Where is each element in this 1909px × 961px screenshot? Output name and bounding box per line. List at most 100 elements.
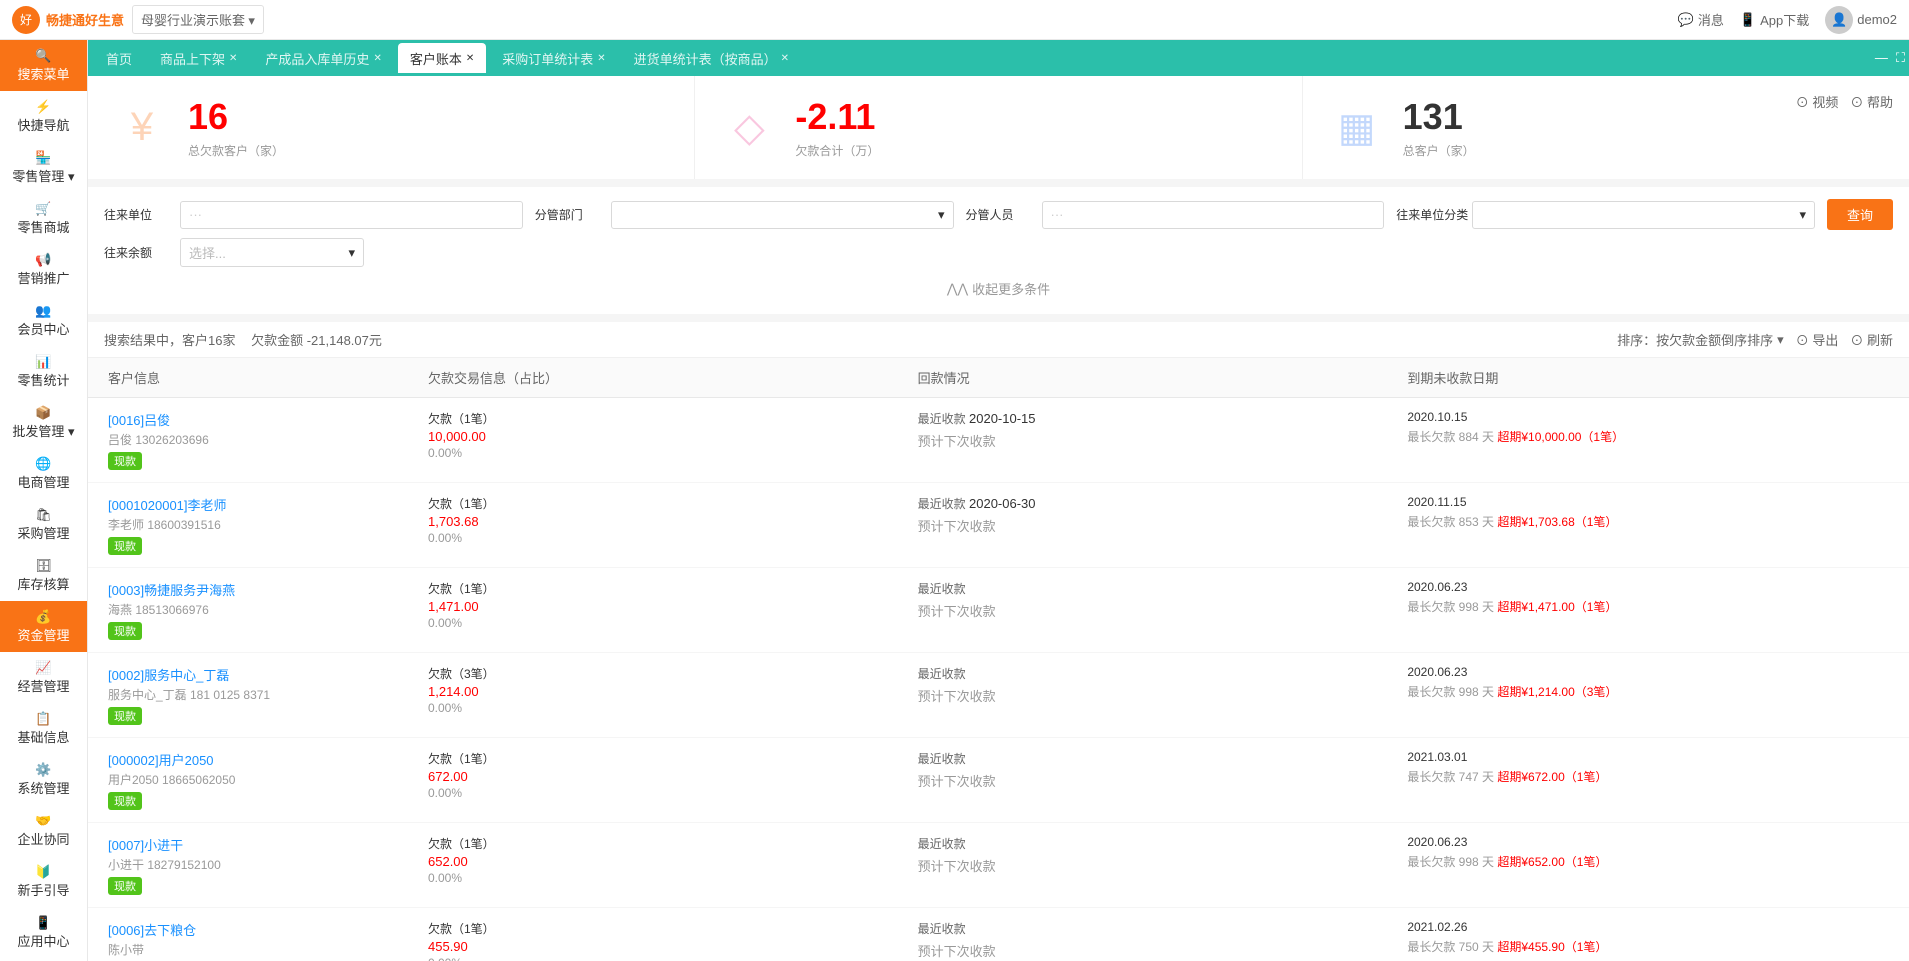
sidebar-item-purchase[interactable]: 🛍 采购管理	[0, 499, 87, 550]
customer-name-7[interactable]: [0006]去下粮仓	[108, 923, 196, 938]
message-button[interactable]: 💬 消息	[1678, 10, 1724, 29]
refresh-button[interactable]: ⊙ 刷新	[1850, 330, 1893, 349]
table-row: [0002]服务中心_丁磊 服务中心_丁磊 181 0125 8371 现款 欠…	[88, 653, 1909, 738]
customer-name-4[interactable]: [0002]服务中心_丁磊	[108, 668, 229, 683]
result-bar-right: 排序：按欠款金额倒序排序 ▾ ⊙ 导出 ⊙ 刷新	[1617, 330, 1893, 349]
filter-unit-input[interactable]: ···	[180, 201, 523, 229]
sidebar-item-member[interactable]: 👥 会员中心	[0, 295, 87, 346]
overdue-amount-7[interactable]: 超期¥455.90（1笔）	[1497, 940, 1607, 954]
collapse-button[interactable]: ⋀⋀ 收起更多条件	[104, 275, 1893, 302]
overdue-amount-6[interactable]: 超期¥652.00（1笔）	[1497, 855, 1607, 869]
filter-balance-select[interactable]: 选择... ▾	[180, 238, 364, 267]
sidebar-item-basic-info[interactable]: 📋 基础信息	[0, 703, 87, 754]
overdue-days-3: 最长欠款 998 天 超期¥1,471.00（1笔）	[1407, 598, 1889, 615]
tab-history-close[interactable]: ✕	[373, 53, 381, 64]
sidebar-search[interactable]: 🔍 搜索菜单	[0, 40, 87, 91]
sidebar-item-inventory[interactable]: 🗄 库存核算	[0, 550, 87, 601]
overdue-amount-3[interactable]: 超期¥1,471.00（1笔）	[1497, 600, 1617, 614]
content-area: 首页 商品上下架 ✕ 产成品入库单历史 ✕ 客户账本 ✕ 采购订单统计表 ✕	[88, 40, 1909, 961]
sidebar-item-retail-stats[interactable]: 📊 零售统计	[0, 346, 87, 397]
chevron-down-icon: ▾	[248, 13, 255, 28]
tab-product-on-off[interactable]: 商品上下架 ✕	[148, 43, 249, 73]
app-download-button[interactable]: 📱 App下载	[1740, 10, 1809, 29]
sidebar-item-retail-store[interactable]: 🛒 零售商城	[0, 193, 87, 244]
customer-badge-6: 现款	[108, 877, 142, 895]
collection-cell-5: 最近收款 预计下次收款	[914, 750, 1404, 790]
tab-customer-close[interactable]: ✕	[466, 53, 474, 64]
customer-contact-2: 李老师 18600391516	[108, 516, 420, 533]
query-button[interactable]: 查询	[1827, 199, 1893, 230]
debt-cell-5: 欠款（1笔） 672.00 0.00%	[424, 750, 914, 800]
debt-count-2: 欠款（1笔）	[428, 495, 910, 512]
tab-product-close[interactable]: ✕	[229, 53, 237, 64]
purchase-icon: 🛍	[6, 507, 81, 523]
next-collection-5: 预计下次收款	[918, 771, 1400, 790]
message-icon: 💬	[1678, 12, 1694, 28]
filter-person-input[interactable]: ···	[1042, 201, 1385, 229]
stat-debt-value: -2.11	[795, 96, 879, 138]
export-label: 导出	[1812, 333, 1838, 348]
sidebar-item-system[interactable]: ⚙️ 系统管理	[0, 754, 87, 805]
customer-contact-7: 陈小带	[108, 941, 420, 958]
due-cell-6: 2020.06.23 最长欠款 998 天 超期¥652.00（1笔）	[1403, 835, 1893, 870]
refresh-label: 刷新	[1867, 333, 1893, 348]
collapse-up-icon: ⋀⋀	[947, 281, 968, 297]
help-button[interactable]: ⊙ 帮助	[1850, 92, 1893, 111]
finance-icon: 💰	[6, 609, 81, 625]
customer-name-6[interactable]: [0007]小进干	[108, 838, 183, 853]
filter-balance-label: 往来余额	[104, 244, 174, 261]
sidebar-item-apps[interactable]: 📱 应用中心	[0, 907, 87, 958]
filter-unit-type-select[interactable]: ▾	[1472, 201, 1815, 229]
filter-dept-select[interactable]: ▾	[611, 201, 954, 229]
customer-name-3[interactable]: [0003]畅捷服务尹海燕	[108, 583, 235, 598]
overdue-amount-1[interactable]: 超期¥10,000.00（1笔）	[1497, 430, 1624, 444]
customer-contact-6: 小进干 18279152100	[108, 856, 420, 873]
tab-purchase-product-close[interactable]: ✕	[781, 53, 789, 64]
sidebar-item-retail-mgmt[interactable]: 🏪 零售管理 ▾	[0, 142, 87, 193]
sidebar-item-operation[interactable]: 📈 经营管理	[0, 652, 87, 703]
maximize-icon[interactable]: ⛶	[1896, 50, 1905, 66]
store-selector[interactable]: 母婴行业演示账套 ▾	[132, 5, 264, 34]
overdue-amount-2[interactable]: 超期¥1,703.68（1笔）	[1497, 515, 1617, 529]
debt-amount-1: 10,000.00	[428, 429, 910, 444]
sidebar-item-ecommerce[interactable]: 🌐 电商管理	[0, 448, 87, 499]
customer-name-1[interactable]: [0016]吕俊	[108, 413, 170, 428]
customer-badge-5: 现款	[108, 792, 142, 810]
stat-debt-label: 欠款合计（万）	[795, 142, 879, 159]
main-layout: 🔍 搜索菜单 ⚡ 快捷导航 🏪 零售管理 ▾ 🛒 零售商城 📢 营销推广 👥	[0, 40, 1909, 961]
sidebar-item-marketing[interactable]: 📢 营销推广	[0, 244, 87, 295]
user-area[interactable]: 👤 demo2	[1825, 6, 1897, 34]
customer-cell-2: [0001020001]李老师 李老师 18600391516 现款	[104, 495, 424, 555]
sidebar-inventory-label: 库存核算	[6, 574, 81, 593]
topbar-left: 好 畅捷通好生意 母婴行业演示账套 ▾	[12, 5, 264, 34]
tab-purchase-close[interactable]: ✕	[597, 53, 605, 64]
ecommerce-icon: 🌐	[6, 456, 81, 472]
collection-cell-3: 最近收款 预计下次收款	[914, 580, 1404, 620]
minimize-icon[interactable]: —	[1875, 50, 1888, 66]
tab-product-history[interactable]: 产成品入库单历史 ✕	[253, 43, 393, 73]
video-button[interactable]: ⊙ 视频	[1796, 92, 1839, 111]
sort-button[interactable]: 排序：按欠款金额倒序排序 ▾	[1617, 330, 1784, 349]
tab-home[interactable]: 首页	[94, 43, 144, 73]
customer-name-2[interactable]: [0001020001]李老师	[108, 498, 227, 513]
sidebar-item-guide[interactable]: 🔰 新手引导	[0, 856, 87, 907]
wholesale-icon: 📦	[6, 405, 81, 421]
overdue-amount-4[interactable]: 超期¥1,214.00（3笔）	[1497, 685, 1617, 699]
latest-collection-1: 最近收款 2020-10-15	[918, 410, 1400, 427]
debt-cell-4: 欠款（3笔） 1,214.00 0.00%	[424, 665, 914, 715]
sidebar-item-finance[interactable]: 💰 资金管理	[0, 601, 87, 652]
debt-icon: ◇	[719, 98, 779, 158]
export-button[interactable]: ⊙ 导出	[1796, 330, 1839, 349]
customer-name-5[interactable]: [000002]用户2050	[108, 753, 214, 768]
basic-info-icon: 📋	[6, 711, 81, 727]
sidebar-item-wholesale[interactable]: 📦 批发管理 ▾	[0, 397, 87, 448]
overdue-amount-5[interactable]: 超期¥672.00（1笔）	[1497, 770, 1607, 784]
overdue-days-5: 最长欠款 747 天 超期¥672.00（1笔）	[1407, 768, 1889, 785]
tab-purchase-stats[interactable]: 采购订单统计表 ✕	[490, 43, 617, 73]
table-row: [0006]去下粮仓 陈小带 现款 欠款（1笔） 455.90 0.00% 最近…	[88, 908, 1909, 961]
tab-purchase-product[interactable]: 进货单统计表（按商品） ✕	[622, 43, 801, 73]
due-cell-2: 2020.11.15 最长欠款 853 天 超期¥1,703.68（1笔）	[1403, 495, 1893, 530]
sidebar-item-shortcut[interactable]: ⚡ 快捷导航	[0, 91, 87, 142]
sidebar-item-collab[interactable]: 🤝 企业协同	[0, 805, 87, 856]
tab-customer-account[interactable]: 客户账本 ✕	[398, 43, 486, 73]
